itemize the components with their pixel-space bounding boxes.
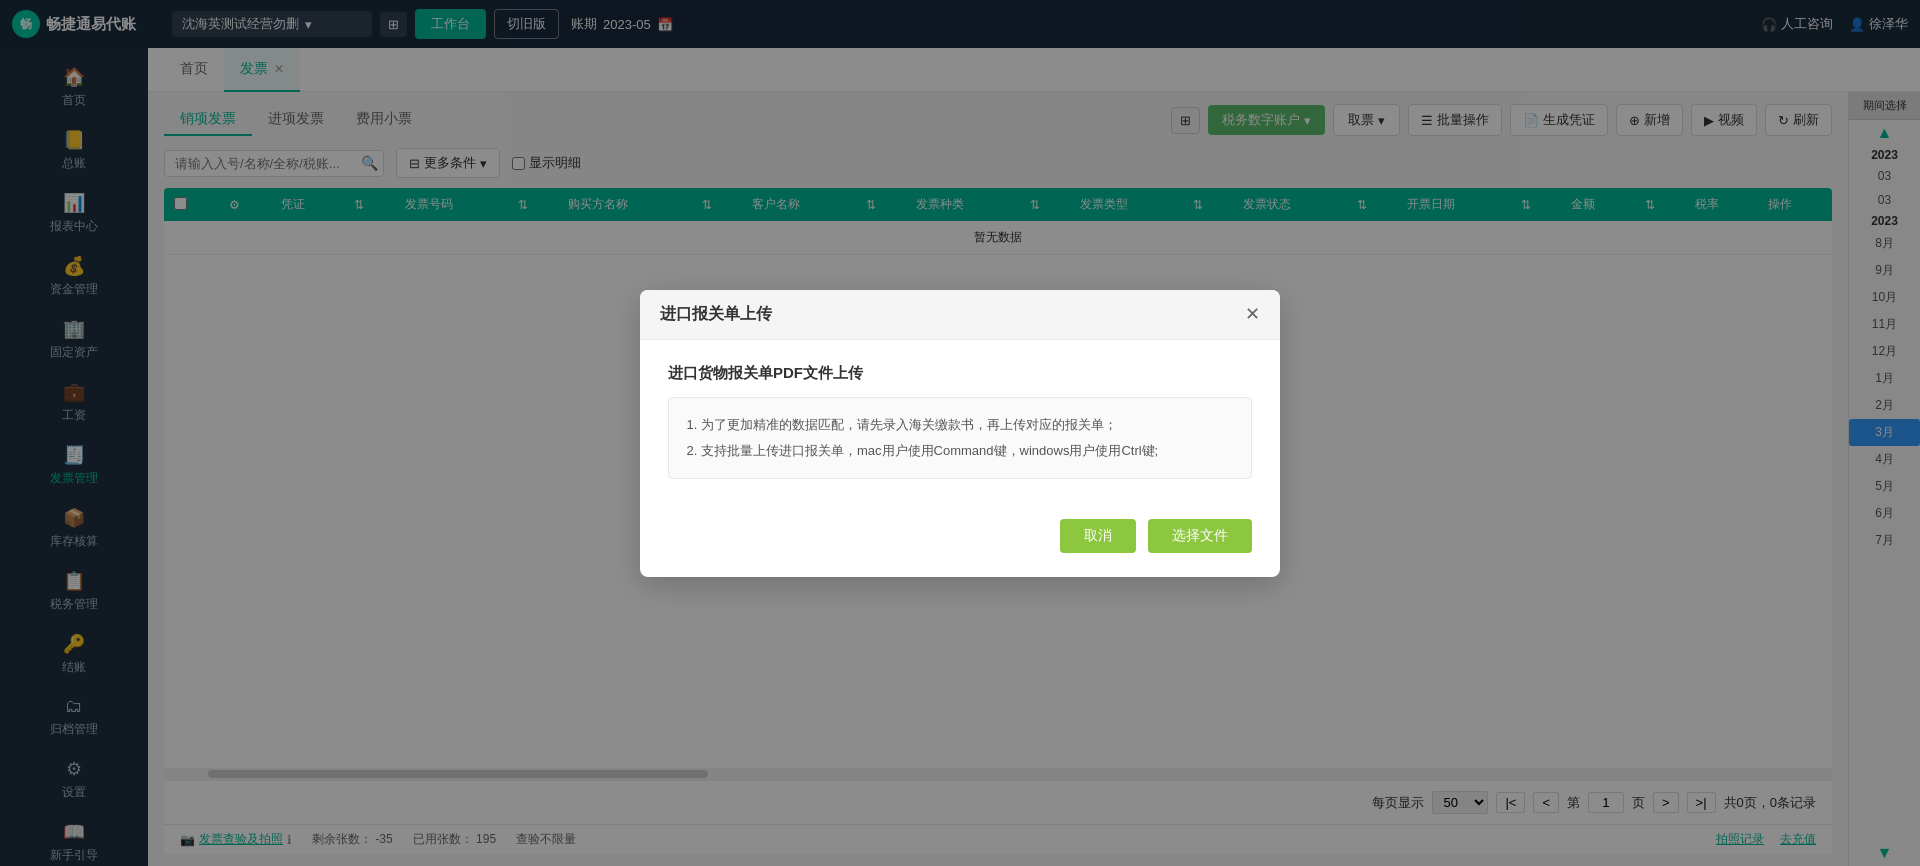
modal-instruction-2: 支持批量上传进口报关单，mac用户使用Command键，windows用户使用C…	[701, 438, 1235, 464]
import-modal: 进口报关单上传 ✕ 进口货物报关单PDF文件上传 为了更加精准的数据匹配，请先录…	[640, 290, 1280, 577]
modal-instructions-list: 为了更加精准的数据匹配，请先录入海关缴款书，再上传对应的报关单； 支持批量上传进…	[685, 412, 1235, 464]
modal-instruction-1: 为了更加精准的数据匹配，请先录入海关缴款书，再上传对应的报关单；	[701, 412, 1235, 438]
modal-footer: 取消 选择文件	[640, 503, 1280, 577]
modal-title: 进口报关单上传	[660, 304, 772, 325]
modal-close-btn[interactable]: ✕	[1245, 305, 1260, 323]
modal-section-title: 进口货物报关单PDF文件上传	[668, 364, 1252, 383]
modal-body: 进口货物报关单PDF文件上传 为了更加精准的数据匹配，请先录入海关缴款书，再上传…	[640, 340, 1280, 503]
modal-header: 进口报关单上传 ✕	[640, 290, 1280, 340]
modal-overlay: 进口报关单上传 ✕ 进口货物报关单PDF文件上传 为了更加精准的数据匹配，请先录…	[0, 0, 1920, 866]
modal-info-box: 为了更加精准的数据匹配，请先录入海关缴款书，再上传对应的报关单； 支持批量上传进…	[668, 397, 1252, 479]
modal-select-file-btn[interactable]: 选择文件	[1148, 519, 1252, 553]
modal-cancel-btn[interactable]: 取消	[1060, 519, 1136, 553]
